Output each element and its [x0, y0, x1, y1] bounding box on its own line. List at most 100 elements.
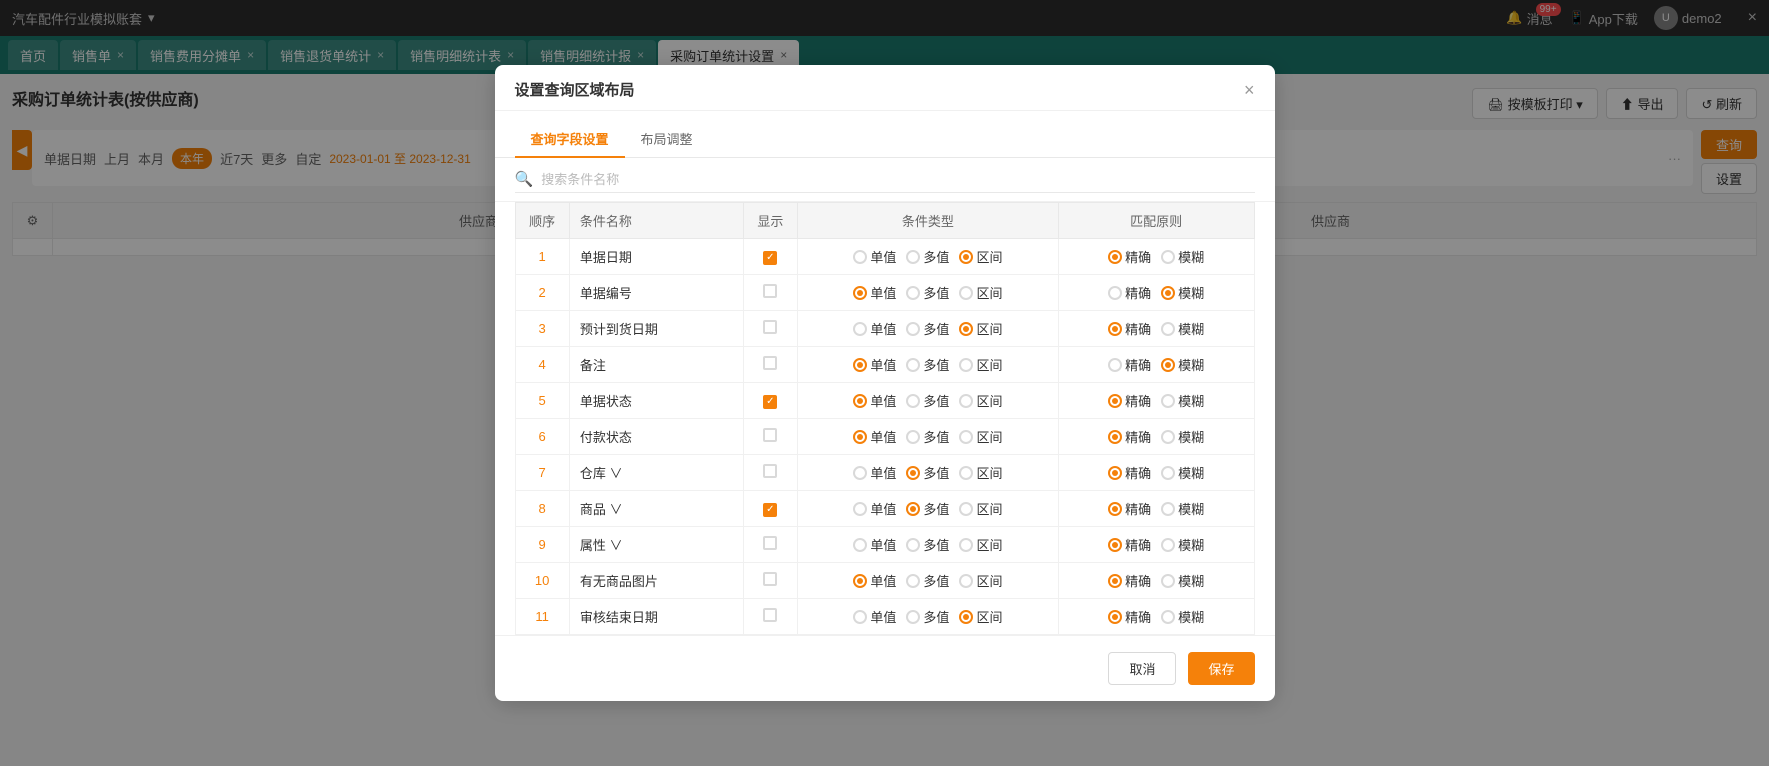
type-radio-单值[interactable]: 单值: [853, 391, 896, 410]
cancel-button[interactable]: 取消: [1108, 652, 1176, 685]
type-radio-单值[interactable]: 单值: [853, 427, 896, 446]
row-match: 精确模糊: [1058, 311, 1254, 347]
search-input[interactable]: [541, 172, 741, 187]
modal-table-row: 8商品 ∨单值多值区间精确模糊: [515, 491, 1254, 527]
match-radio-精确[interactable]: 精确: [1108, 319, 1151, 338]
row-order: 7: [515, 455, 569, 491]
match-radio-模糊[interactable]: 模糊: [1161, 463, 1204, 482]
modal-table: 顺序 条件名称 显示 条件类型 匹配原则 1单据日期单值多值区间精确模糊2单据编…: [515, 202, 1255, 635]
match-radio-模糊[interactable]: 模糊: [1161, 499, 1204, 518]
row-type: 单值多值区间: [798, 383, 1059, 419]
modal-tab-layout[interactable]: 布局调整: [625, 121, 709, 158]
match-radio-模糊[interactable]: 模糊: [1161, 319, 1204, 338]
match-radio-模糊[interactable]: 模糊: [1161, 283, 1204, 302]
row-order: 9: [515, 527, 569, 563]
match-radio-精确[interactable]: 精确: [1108, 247, 1151, 266]
match-radio-模糊[interactable]: 模糊: [1161, 607, 1204, 626]
modal-table-row: 3预计到货日期单值多值区间精确模糊: [515, 311, 1254, 347]
match-radio-精确[interactable]: 精确: [1108, 463, 1151, 482]
type-radio-单值[interactable]: 单值: [853, 535, 896, 554]
type-radio-多值[interactable]: 多值: [906, 283, 949, 302]
type-radio-多值[interactable]: 多值: [906, 607, 949, 626]
row-show[interactable]: [743, 383, 797, 419]
col-type: 条件类型: [798, 203, 1059, 239]
show-checkbox[interactable]: [763, 356, 777, 370]
type-radio-区间[interactable]: 区间: [959, 607, 1002, 626]
row-type: 单值多值区间: [798, 347, 1059, 383]
type-radio-区间[interactable]: 区间: [959, 535, 1002, 554]
type-radio-区间[interactable]: 区间: [959, 391, 1002, 410]
col-order: 顺序: [515, 203, 569, 239]
show-checkbox[interactable]: [763, 536, 777, 550]
match-radio-精确[interactable]: 精确: [1108, 607, 1151, 626]
type-radio-多值[interactable]: 多值: [906, 571, 949, 590]
save-button[interactable]: 保存: [1188, 652, 1254, 685]
row-show[interactable]: [743, 239, 797, 275]
show-checkbox[interactable]: [763, 320, 777, 334]
show-checkbox[interactable]: [763, 608, 777, 622]
modal-table-row: 11审核结束日期单值多值区间精确模糊: [515, 599, 1254, 635]
match-radio-精确[interactable]: 精确: [1108, 391, 1151, 410]
type-radio-区间[interactable]: 区间: [959, 355, 1002, 374]
type-radio-区间[interactable]: 区间: [959, 463, 1002, 482]
row-show[interactable]: [743, 599, 797, 635]
type-radio-多值[interactable]: 多值: [906, 427, 949, 446]
match-radio-模糊[interactable]: 模糊: [1161, 247, 1204, 266]
type-radio-区间[interactable]: 区间: [959, 283, 1002, 302]
row-show[interactable]: [743, 455, 797, 491]
type-radio-区间[interactable]: 区间: [959, 247, 1002, 266]
row-type: 单值多值区间: [798, 455, 1059, 491]
show-checkbox[interactable]: [763, 464, 777, 478]
col-name: 条件名称: [569, 203, 743, 239]
type-radio-多值[interactable]: 多值: [906, 535, 949, 554]
type-radio-单值[interactable]: 单值: [853, 463, 896, 482]
row-show[interactable]: [743, 419, 797, 455]
type-radio-区间[interactable]: 区间: [959, 571, 1002, 590]
type-radio-多值[interactable]: 多值: [906, 319, 949, 338]
row-show[interactable]: [743, 491, 797, 527]
row-type: 单值多值区间: [798, 419, 1059, 455]
match-radio-模糊[interactable]: 模糊: [1161, 427, 1204, 446]
show-checkbox[interactable]: [763, 395, 777, 409]
match-radio-模糊[interactable]: 模糊: [1161, 391, 1204, 410]
show-checkbox[interactable]: [763, 572, 777, 586]
type-radio-区间[interactable]: 区间: [959, 499, 1002, 518]
match-radio-精确[interactable]: 精确: [1108, 499, 1151, 518]
col-match: 匹配原则: [1058, 203, 1254, 239]
match-radio-精确[interactable]: 精确: [1108, 571, 1151, 590]
modal-close-button[interactable]: ×: [1244, 81, 1255, 99]
type-radio-单值[interactable]: 单值: [853, 607, 896, 626]
type-radio-区间[interactable]: 区间: [959, 319, 1002, 338]
show-checkbox[interactable]: [763, 284, 777, 298]
type-radio-单值[interactable]: 单值: [853, 499, 896, 518]
modal-table-row: 5单据状态单值多值区间精确模糊: [515, 383, 1254, 419]
type-radio-多值[interactable]: 多值: [906, 499, 949, 518]
type-radio-多值[interactable]: 多值: [906, 463, 949, 482]
type-radio-单值[interactable]: 单值: [853, 571, 896, 590]
match-radio-模糊[interactable]: 模糊: [1161, 535, 1204, 554]
type-radio-单值[interactable]: 单值: [853, 247, 896, 266]
show-checkbox[interactable]: [763, 503, 777, 517]
match-radio-精确[interactable]: 精确: [1108, 283, 1151, 302]
modal-tab-query-fields[interactable]: 查询字段设置: [515, 121, 625, 158]
match-radio-模糊[interactable]: 模糊: [1161, 355, 1204, 374]
type-radio-单值[interactable]: 单值: [853, 283, 896, 302]
type-radio-单值[interactable]: 单值: [853, 319, 896, 338]
row-show[interactable]: [743, 275, 797, 311]
row-show[interactable]: [743, 527, 797, 563]
row-show[interactable]: [743, 347, 797, 383]
match-radio-模糊[interactable]: 模糊: [1161, 571, 1204, 590]
type-radio-多值[interactable]: 多值: [906, 391, 949, 410]
show-checkbox[interactable]: [763, 251, 777, 265]
match-radio-精确[interactable]: 精确: [1108, 355, 1151, 374]
type-radio-多值[interactable]: 多值: [906, 355, 949, 374]
row-match: 精确模糊: [1058, 419, 1254, 455]
row-show[interactable]: [743, 563, 797, 599]
type-radio-区间[interactable]: 区间: [959, 427, 1002, 446]
type-radio-单值[interactable]: 单值: [853, 355, 896, 374]
match-radio-精确[interactable]: 精确: [1108, 535, 1151, 554]
type-radio-多值[interactable]: 多值: [906, 247, 949, 266]
row-show[interactable]: [743, 311, 797, 347]
show-checkbox[interactable]: [763, 428, 777, 442]
match-radio-精确[interactable]: 精确: [1108, 427, 1151, 446]
